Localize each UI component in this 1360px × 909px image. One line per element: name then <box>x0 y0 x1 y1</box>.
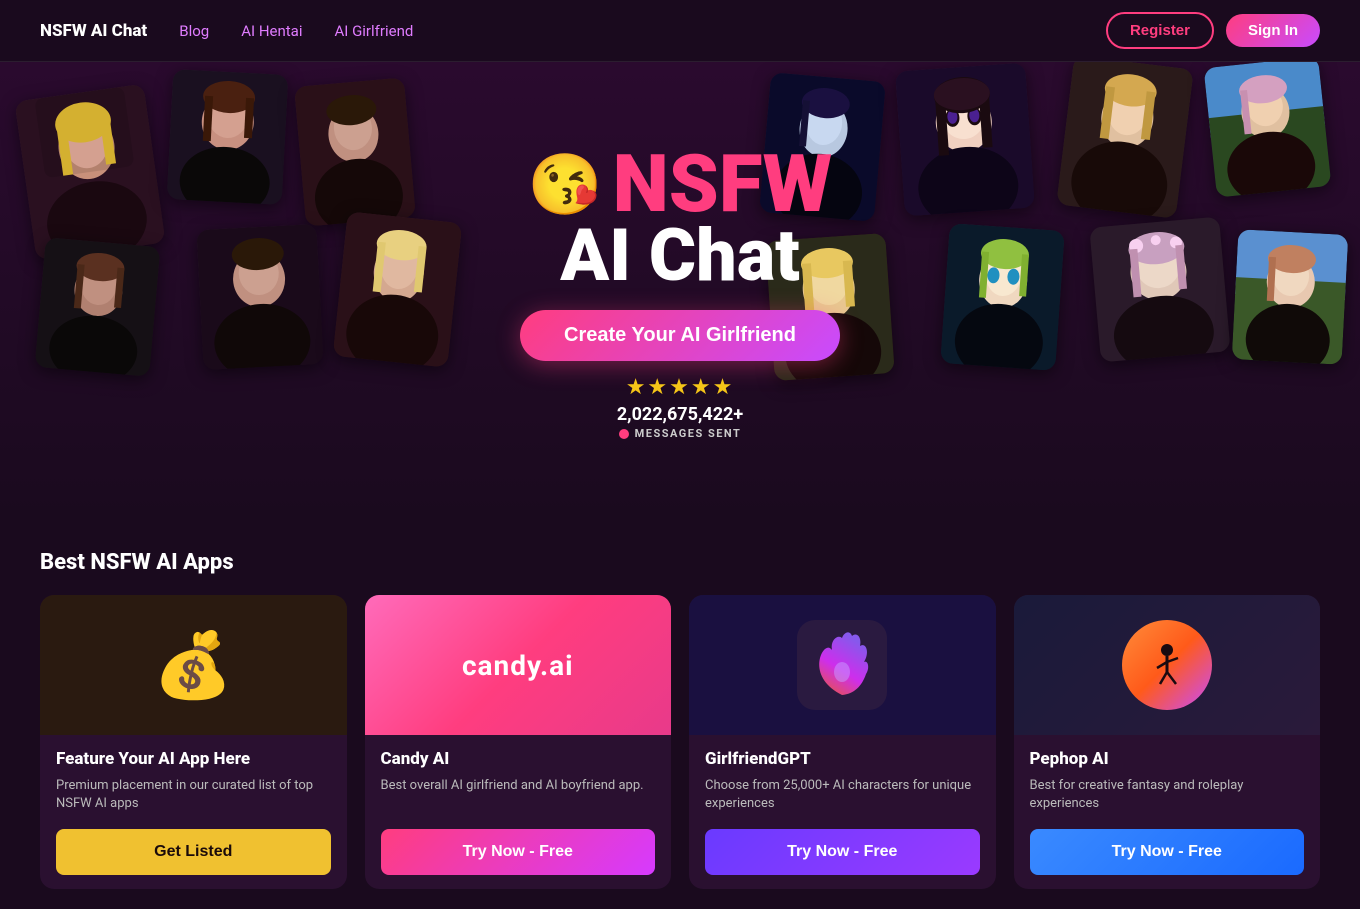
hero-image-2 <box>167 69 289 205</box>
messages-sent-label: MESSAGES SENT <box>635 427 742 440</box>
apps-grid: 💰 Feature Your AI App Here Premium place… <box>40 595 1320 889</box>
app-card-feature: 💰 Feature Your AI App Here Premium place… <box>40 595 347 889</box>
app-gpt-title: GirlfriendGPT <box>705 749 980 769</box>
live-indicator <box>619 429 629 439</box>
nav-link-blog[interactable]: Blog <box>179 22 209 40</box>
try-candy-button[interactable]: Try Now - Free <box>381 829 656 875</box>
try-gpt-button[interactable]: Try Now - Free <box>705 829 980 875</box>
app-candy-image: candy.ai <box>365 595 672 735</box>
nav-right: Register Sign In <box>1106 12 1320 49</box>
app-gpt-image <box>689 595 996 735</box>
gpt-icon <box>797 620 887 710</box>
hero-image-1 <box>14 84 165 261</box>
hero-title-aichat: AI Chat <box>560 220 800 292</box>
nav-link-hentai[interactable]: AI Hentai <box>241 22 302 40</box>
hero-image-5 <box>196 224 323 370</box>
app-gpt-body: GirlfriendGPT Choose from 25,000+ AI cha… <box>689 735 996 889</box>
app-feature-title: Feature Your AI App Here <box>56 749 331 769</box>
hero-image-6 <box>333 211 463 367</box>
hero-image-3 <box>294 77 416 226</box>
hero-title-nsfw: NSFW <box>613 144 833 224</box>
apps-section-title: Best NSFW AI Apps <box>40 550 1320 575</box>
hero-image-14 <box>1232 229 1349 365</box>
app-pephop-title: Pephop AI <box>1030 749 1305 769</box>
nav-link-girlfriend[interactable]: AI Girlfriend <box>334 22 413 40</box>
hero-image-12 <box>940 223 1064 371</box>
hero-message-count: 2,022,675,422+ <box>617 404 743 425</box>
app-gpt-desc: Choose from 25,000+ AI characters for un… <box>705 777 980 813</box>
try-pephop-button[interactable]: Try Now - Free <box>1030 829 1305 875</box>
navbar: NSFW AI Chat Blog AI Hentai AI Girlfrien… <box>0 0 1360 62</box>
app-candy-title: Candy AI <box>381 749 656 769</box>
register-button[interactable]: Register <box>1106 12 1214 49</box>
hero-image-4 <box>35 237 161 377</box>
app-card-pephop: Pephop AI Best for creative fantasy and … <box>1014 595 1321 889</box>
app-card-candy: candy.ai Candy AI Best overall AI girlfr… <box>365 595 672 889</box>
hero-image-9 <box>1056 62 1193 219</box>
hero-center: 😘 NSFW AI Chat Create Your AI Girlfriend… <box>520 144 840 440</box>
hero-section: 😘 NSFW AI Chat Create Your AI Girlfriend… <box>0 62 1360 522</box>
hero-cta-button[interactable]: Create Your AI Girlfriend <box>520 310 840 361</box>
hero-image-13 <box>1089 217 1230 363</box>
pephop-icon <box>1122 620 1212 710</box>
hero-image-8 <box>895 63 1035 217</box>
hero-emoji: 😘 <box>528 149 603 220</box>
app-feature-body: Feature Your AI App Here Premium placeme… <box>40 735 347 889</box>
candy-logo-text: candy.ai <box>462 649 574 682</box>
apps-section: Best NSFW AI Apps 💰 Feature Your AI App … <box>0 522 1360 909</box>
app-card-gpt: GirlfriendGPT Choose from 25,000+ AI cha… <box>689 595 996 889</box>
app-pephop-body: Pephop AI Best for creative fantasy and … <box>1014 735 1321 889</box>
app-pephop-desc: Best for creative fantasy and roleplay e… <box>1030 777 1305 813</box>
app-pephop-image <box>1014 595 1321 735</box>
signin-button[interactable]: Sign In <box>1226 14 1320 47</box>
nav-logo: NSFW AI Chat <box>40 21 147 41</box>
hero-stars: ★★★★★ <box>626 375 735 400</box>
hero-messages-sent: MESSAGES SENT <box>619 427 742 440</box>
app-feature-image: 💰 <box>40 595 347 735</box>
app-feature-desc: Premium placement in our curated list of… <box>56 777 331 813</box>
hero-image-10 <box>1204 62 1332 198</box>
get-listed-button[interactable]: Get Listed <box>56 829 331 875</box>
nav-left: NSFW AI Chat Blog AI Hentai AI Girlfrien… <box>40 21 413 41</box>
app-candy-desc: Best overall AI girlfriend and AI boyfri… <box>381 777 656 813</box>
app-candy-body: Candy AI Best overall AI girlfriend and … <box>365 735 672 889</box>
money-bag-icon: 💰 <box>153 628 233 703</box>
